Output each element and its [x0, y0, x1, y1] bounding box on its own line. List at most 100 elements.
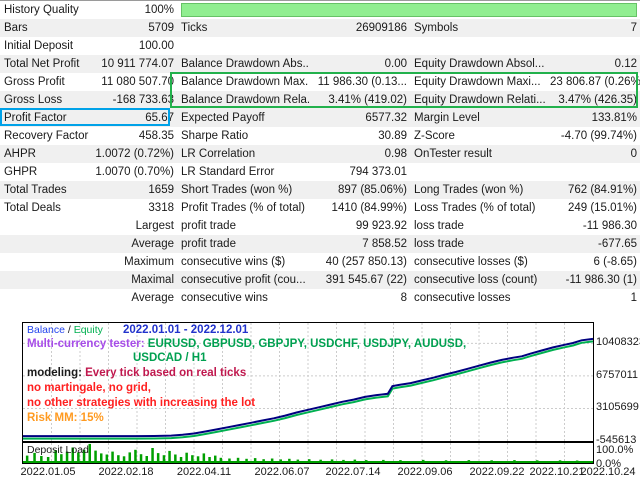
- table-row: Maximal consecutive profit (cou... 391 545…: [0, 271, 640, 289]
- x-axis-tick-label: 2022.01.05: [20, 466, 76, 478]
- metric-value: 40 (257 850.13): [325, 256, 407, 268]
- table-row: History Quality 100%: [0, 1, 640, 19]
- x-axis-tick-label: 2022.04.11: [176, 466, 232, 478]
- metric-value: 391 545.67 (22): [325, 274, 407, 286]
- metric-label: Symbols: [414, 22, 459, 34]
- metric-value: 458.35: [138, 130, 174, 142]
- table-row: Recovery Factor 458.35 Sharpe Ratio 30.89 Z-…: [0, 127, 640, 145]
- modeling-annotation: modeling: Every tick based on real ticks: [27, 367, 246, 380]
- strategy-tester-report: { "stats_table": { "rows": [ {"l1":"Hist…: [0, 0, 640, 480]
- metric-value: Average: [131, 238, 174, 250]
- chart-legend: Balance / Equity: [27, 324, 103, 337]
- metric-label: consecutive wins ($): [181, 256, 286, 268]
- metric-value: 3.47% (426.35): [558, 94, 637, 106]
- statistics-table: History Quality 100% Bars 5709 Ticks 26909186…: [0, 0, 640, 307]
- metric-label: consecutive profit (cou...: [181, 274, 306, 286]
- metric-value: Average: [131, 292, 174, 304]
- metric-label: Expected Payoff: [181, 112, 265, 124]
- legend-separator: /: [64, 324, 74, 336]
- metric-label: Total Deals: [4, 202, 61, 214]
- metric-value: -168 733.63: [112, 94, 174, 106]
- modeling-text: Every tick based on real ticks: [85, 367, 247, 379]
- metric-value: 11 080 507.70: [101, 76, 174, 88]
- metric-value: 897 (85.06%): [337, 184, 407, 196]
- tester-symbols-line2: USDCAD / H1: [133, 352, 207, 364]
- deposit-load-label: Deposit Load: [27, 444, 89, 456]
- metric-value: 30.89: [378, 130, 407, 142]
- metric-value: Maximum: [124, 256, 174, 268]
- metric-value: 1.0072 (0.72%): [95, 148, 174, 160]
- x-axis-tick-label: 2022.02.18: [98, 466, 154, 478]
- metric-value: 0: [630, 148, 637, 160]
- metric-label: Gross Loss: [4, 94, 63, 106]
- metric-label: OnTester result: [414, 148, 492, 160]
- metric-label: loss trade: [414, 238, 464, 250]
- metric-value: 11 986.30 (0.13...: [317, 76, 407, 88]
- metric-value: 794 373.01: [349, 166, 407, 178]
- table-row: Initial Deposit 100.00: [0, 37, 640, 55]
- tester-symbols: EURUSD, GBPUSD, GBPJPY, USDCHF, USDJPY, …: [147, 338, 467, 350]
- metric-label: consecutive loss (count): [414, 274, 538, 286]
- metric-label: Z-Score: [414, 130, 455, 142]
- metric-value: 8: [400, 292, 407, 304]
- metric-value: 1: [630, 292, 637, 304]
- note-no-martingale: no martingale, no grid,: [27, 382, 151, 394]
- table-row: Bars 5709 Ticks 26909186 Symbols 7: [0, 19, 640, 37]
- metric-value: 7: [630, 22, 637, 34]
- table-row: Average consecutive wins 8 consecutive loss…: [0, 289, 640, 307]
- metric-value: 23 806.87 (0.26%): [550, 76, 640, 88]
- metric-label: Total Trades: [4, 184, 67, 196]
- tester-annotation: Multi-currency tester: EURUSD, GBPUSD, G…: [27, 338, 466, 351]
- metric-label: loss trade: [414, 220, 464, 232]
- metric-value: 1659: [148, 184, 174, 196]
- metric-label: GHPR: [4, 166, 38, 178]
- metric-label: AHPR: [4, 148, 36, 160]
- metric-value: -677.65: [597, 238, 637, 250]
- metric-label: Total Net Profit: [4, 58, 80, 70]
- metric-label: Balance Drawdown Max...: [181, 76, 309, 88]
- metric-label: Bars: [4, 22, 28, 34]
- metric-value: 100.00: [138, 40, 174, 52]
- metric-label: Short Trades (won %): [181, 184, 293, 196]
- metric-value: 249 (15.01%): [567, 202, 637, 214]
- metric-label: consecutive losses: [414, 292, 511, 304]
- x-axis-tick-label: 2022.09.06: [397, 466, 453, 478]
- balance-equity-chart: Balance / Equity 2022.01.01 - 2022.12.01…: [22, 322, 594, 442]
- metric-label: Balance Drawdown Rela...: [181, 94, 309, 106]
- x-axis-tick-label: 2022.10.24: [580, 466, 636, 478]
- metric-value: 6577.32: [365, 112, 407, 124]
- y-axis-tick-label: 10408323: [596, 336, 640, 349]
- table-row: Largest profit trade 99 923.92 loss trade -1…: [0, 217, 640, 235]
- metric-value: 1.0070 (0.70%): [95, 166, 174, 178]
- metric-value: 3.41% (419.02): [328, 94, 407, 106]
- metric-label: Long Trades (won %): [414, 184, 524, 196]
- metric-label: Gross Profit: [4, 76, 65, 88]
- y-axis-tick-label: 3105699: [596, 401, 639, 414]
- metric-value: 0.12: [614, 58, 637, 70]
- metric-label: Ticks: [181, 22, 208, 34]
- metric-value: 65.67: [145, 112, 174, 124]
- table-row: Gross Profit 11 080 507.70 Balance Drawdow…: [0, 73, 640, 91]
- metric-value: 0.00: [384, 58, 407, 70]
- y-axis-tick-label: -545613: [596, 434, 637, 446]
- risk-mm-annotation: Risk MM: 15%: [27, 412, 104, 424]
- metric-label: Margin Level: [414, 112, 480, 124]
- metric-label: Recovery Factor: [4, 130, 89, 142]
- metric-value: 1410 (84.99%): [331, 202, 407, 214]
- metric-value: 7 858.52: [362, 238, 407, 250]
- metric-label: profit trade: [181, 220, 236, 232]
- metric-label: LR Standard Error: [181, 166, 275, 178]
- y-axis-tick-label: 6757011: [596, 368, 639, 381]
- metric-value: -11 986.30 (1): [565, 274, 637, 286]
- table-row: Average profit trade 7 858.52 loss trade -67…: [0, 235, 640, 253]
- metric-value: 0.98: [384, 148, 407, 160]
- metric-label: Profit Trades (% of total): [181, 202, 305, 214]
- metric-label: Sharpe Ratio: [181, 130, 249, 142]
- metric-value: 6 (-8.65): [593, 256, 637, 268]
- metric-label: consecutive losses ($): [414, 256, 528, 268]
- table-row: GHPR 1.0070 (0.70%) LR Standard Error 794 3…: [0, 163, 640, 181]
- metric-label: Balance Drawdown Abs...: [181, 58, 309, 70]
- legend-balance: Balance: [27, 324, 65, 336]
- metric-label: Equity Drawdown Relati...: [414, 94, 546, 106]
- history-quality-progress-bar: [181, 3, 637, 17]
